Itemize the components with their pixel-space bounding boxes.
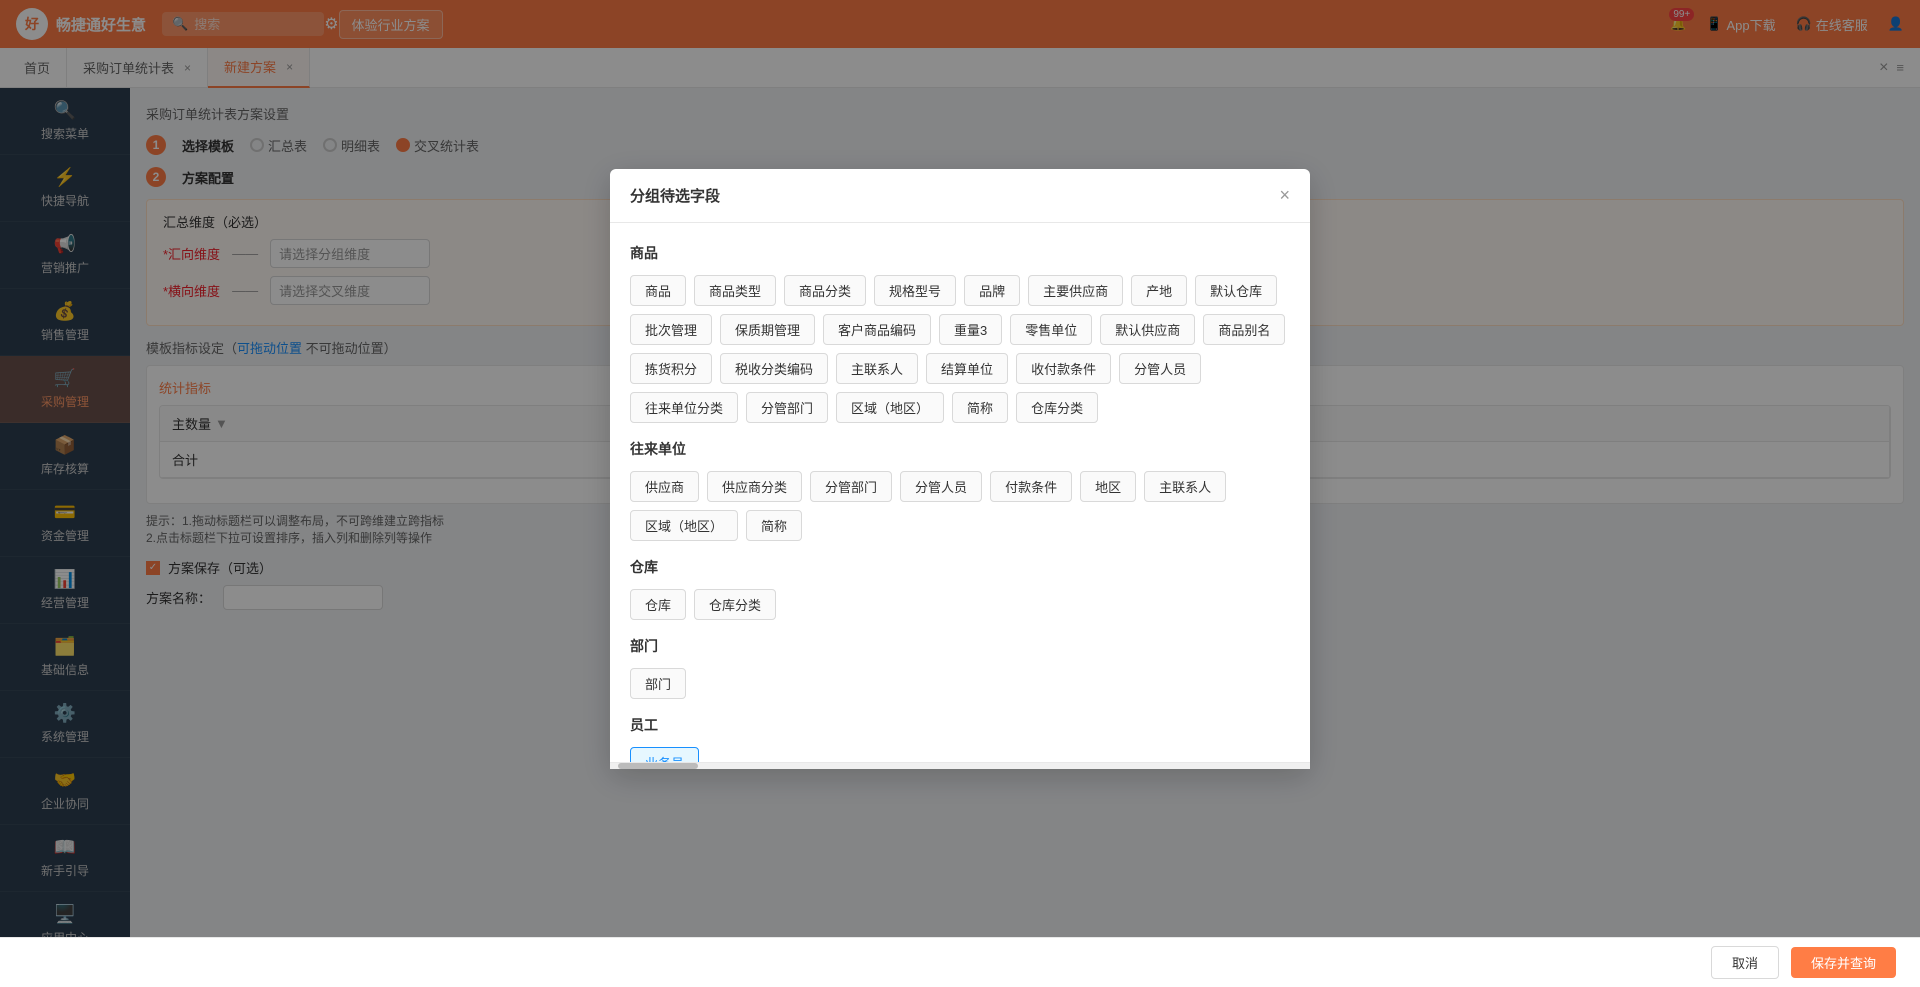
field-goods-category[interactable]: 商品分类 (784, 275, 866, 306)
section-partner-title: 往来单位 (630, 439, 1290, 459)
field-customer-code[interactable]: 客户商品编码 (823, 314, 931, 345)
hscroll-thumb[interactable] (618, 763, 698, 769)
modal-overlay: 分组待选字段 × 商品 商品 商品类型 商品分类 规格型号 品牌 主要供应商 产… (0, 0, 1920, 937)
field-dept[interactable]: 分管部门 (810, 471, 892, 502)
partner-field-grid: 供应商 供应商分类 分管部门 分管人员 付款条件 地区 主联系人 区域（地区） … (630, 471, 1290, 541)
field-area[interactable]: 地区 (1080, 471, 1136, 502)
field-goods-alias[interactable]: 商品别名 (1203, 314, 1285, 345)
modal-title: 分组待选字段 (630, 185, 720, 206)
field-weight3[interactable]: 重量3 (939, 314, 1002, 345)
modal-close-button[interactable]: × (1279, 185, 1290, 206)
field-spec-model[interactable]: 规格型号 (874, 275, 956, 306)
section-dept-title: 部门 (630, 636, 1290, 656)
field-expiry-mgmt[interactable]: 保质期管理 (720, 314, 815, 345)
field-managed-by[interactable]: 分管人员 (1119, 353, 1201, 384)
field-supplier[interactable]: 供应商 (630, 471, 699, 502)
field-goods[interactable]: 商品 (630, 275, 686, 306)
modal-hscroll (610, 762, 1310, 769)
dept-field-grid: 部门 (630, 668, 1290, 699)
field-main-supplier[interactable]: 主要供应商 (1028, 275, 1123, 306)
field-supplier-cat[interactable]: 供应商分类 (707, 471, 802, 502)
field-origin[interactable]: 产地 (1131, 275, 1187, 306)
field-warehouse-cat[interactable]: 仓库分类 (1016, 392, 1098, 423)
field-person[interactable]: 分管人员 (900, 471, 982, 502)
field-batch-mgmt[interactable]: 批次管理 (630, 314, 712, 345)
field-payment-cond[interactable]: 付款条件 (990, 471, 1072, 502)
field-region[interactable]: 区域（地区） (836, 392, 944, 423)
field-main-contact[interactable]: 主联系人 (836, 353, 918, 384)
section-employee-title: 员工 (630, 715, 1290, 735)
field-tax-code[interactable]: 税收分类编码 (720, 353, 828, 384)
field-brand[interactable]: 品牌 (964, 275, 1020, 306)
cancel-button[interactable]: 取消 (1711, 946, 1779, 979)
field-partner-category[interactable]: 往来单位分类 (630, 392, 738, 423)
field-managed-dept[interactable]: 分管部门 (746, 392, 828, 423)
field-warehouse[interactable]: 仓库 (630, 589, 686, 620)
warehouse-field-grid: 仓库 仓库分类 (630, 589, 1290, 620)
save-query-button[interactable]: 保存并查询 (1791, 947, 1896, 978)
field-pick-points[interactable]: 拣货积分 (630, 353, 712, 384)
field-partner-short[interactable]: 简称 (746, 510, 802, 541)
section-goods-title: 商品 (630, 243, 1290, 263)
field-partner-region[interactable]: 区域（地区） (630, 510, 738, 541)
field-default-warehouse[interactable]: 默认仓库 (1195, 275, 1277, 306)
field-retail-unit[interactable]: 零售单位 (1010, 314, 1092, 345)
field-settle-unit[interactable]: 结算单位 (926, 353, 1008, 384)
section-warehouse-title: 仓库 (630, 557, 1290, 577)
field-goods-type[interactable]: 商品类型 (694, 275, 776, 306)
field-salesperson[interactable]: 业务员 (630, 747, 699, 762)
employee-field-grid: 业务员 (630, 747, 1290, 762)
modal-box: 分组待选字段 × 商品 商品 商品类型 商品分类 规格型号 品牌 主要供应商 产… (610, 169, 1310, 769)
field-short-name[interactable]: 简称 (952, 392, 1008, 423)
modal-body: 商品 商品 商品类型 商品分类 规格型号 品牌 主要供应商 产地 默认仓库 批次… (610, 223, 1310, 762)
field-department[interactable]: 部门 (630, 668, 686, 699)
field-partner-contact[interactable]: 主联系人 (1144, 471, 1226, 502)
bottom-bar: 取消 保存并查询 (0, 937, 1920, 987)
field-default-supplier[interactable]: 默认供应商 (1100, 314, 1195, 345)
field-warehouse-category[interactable]: 仓库分类 (694, 589, 776, 620)
goods-field-grid: 商品 商品类型 商品分类 规格型号 品牌 主要供应商 产地 默认仓库 批次管理 … (630, 275, 1290, 423)
field-payment-terms[interactable]: 收付款条件 (1016, 353, 1111, 384)
modal-header: 分组待选字段 × (610, 169, 1310, 223)
